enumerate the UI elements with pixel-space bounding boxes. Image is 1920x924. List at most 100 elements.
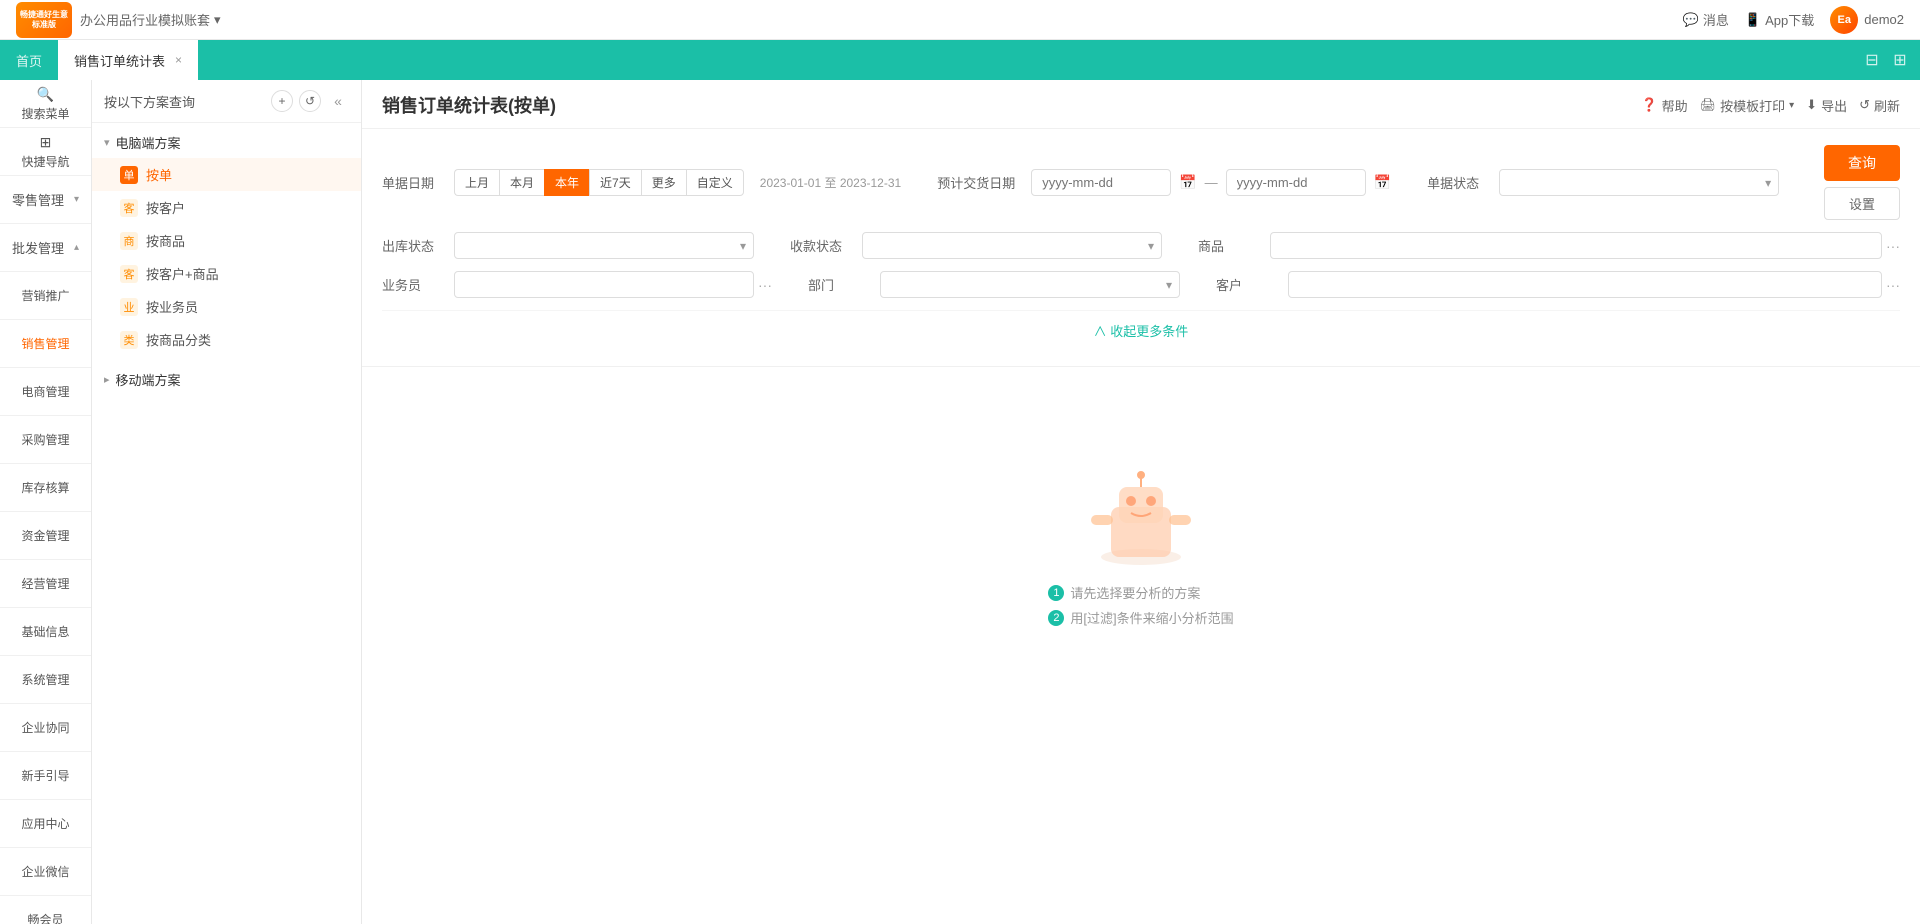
date-btn-7days[interactable]: 近7天 <box>589 169 641 196</box>
scheme-item-by-order-label: 按单 <box>146 165 172 184</box>
scheme-item-by-category[interactable]: 类 按商品分类 <box>92 323 361 356</box>
date-filter-label: 单据日期 <box>382 173 438 192</box>
tab-sales-order-stats[interactable]: 销售订单统计表 × <box>58 40 198 80</box>
content-area: 按以下方案查询 + ↺ « ▾ 电脑端方案 <box>92 80 1920 924</box>
date-btn-last-month[interactable]: 上月 <box>454 169 499 196</box>
sidebar-system-label: 系统管理 <box>21 671 69 688</box>
workspace-selector[interactable]: 办公用品行业模拟账套 ▾ <box>80 10 221 29</box>
refresh-btn[interactable]: ↺ 刷新 <box>1859 96 1900 115</box>
date-btn-this-year[interactable]: 本年 <box>544 169 589 196</box>
sidebar-item-finance[interactable]: 资金管理 <box>0 512 91 560</box>
scheme-item-by-product[interactable]: 商 按商品 <box>92 224 361 257</box>
export-btn[interactable]: ⬇ 导出 <box>1806 96 1847 115</box>
chevron-down-icon: ▾ <box>104 136 110 149</box>
help-btn[interactable]: ❓ 帮助 <box>1641 96 1687 115</box>
sidebar-item-newbie[interactable]: 新手引导 <box>0 752 91 800</box>
scheme-group-mobile-header[interactable]: ▸ 移动端方案 <box>92 364 361 395</box>
sidebar-item-apps[interactable]: 应用中心 <box>0 800 91 848</box>
calendar-icon-end[interactable]: 📅 <box>1374 174 1391 191</box>
user-profile-btn[interactable]: Ea demo2 <box>1830 6 1904 34</box>
goods-input[interactable] <box>1270 232 1882 259</box>
scheme-icon-product: 商 <box>120 232 138 250</box>
sidebar-item-wholesale[interactable]: 批发管理 ▴ <box>0 224 91 272</box>
sidebar-item-marketing[interactable]: 营销推广 <box>0 272 91 320</box>
sidebar-item-purchase[interactable]: 采购管理 <box>0 416 91 464</box>
salesman-control: ··· <box>454 271 772 298</box>
messages-label: 消息 <box>1703 10 1729 29</box>
add-scheme-btn[interactable]: + <box>271 90 293 112</box>
sidebar-item-wechat[interactable]: 企业微信 <box>0 848 91 896</box>
refresh-scheme-btn[interactable]: ↺ <box>299 90 321 112</box>
calendar-icon-start[interactable]: 📅 <box>1179 174 1196 191</box>
app-download-btn[interactable]: 📱 App下载 <box>1745 10 1814 29</box>
print-btn[interactable]: 🖨 按模板打印 ▾ <box>1700 96 1795 115</box>
scheme-group-pc: ▾ 电脑端方案 单 按单 客 按客户 商 按商品 客 按客户+商品 <box>92 123 361 360</box>
print-arrow-icon: ▾ <box>1789 100 1794 111</box>
scheme-item-by-salesman[interactable]: 业 按业务员 <box>92 290 361 323</box>
scheme-item-by-customer[interactable]: 客 按客户 <box>92 191 361 224</box>
collapse-panel-btn[interactable]: « <box>327 90 349 112</box>
goods-dots-btn[interactable]: ··· <box>1886 238 1900 254</box>
customer-dots-btn[interactable]: ··· <box>1886 277 1900 293</box>
messages-btn[interactable]: 💬 消息 <box>1683 10 1729 29</box>
pay-status-select[interactable] <box>862 232 1162 259</box>
tab-maximize-btn[interactable]: ⊞ <box>1888 48 1912 72</box>
filter-row-2: 出库状态 收款状态 商品 <box>382 232 1900 259</box>
refresh-icon: ↺ <box>1859 97 1870 113</box>
chevron-down-icon: ▾ <box>74 194 79 205</box>
collapse-label: 收起更多条件 <box>1110 324 1188 339</box>
empty-state: 1 请先选择要分析的方案 2 用[过滤]条件来缩小分析范围 <box>362 367 1920 713</box>
sidebar-item-sales[interactable]: 销售管理 <box>0 320 91 368</box>
sidebar-members-label: 畅会员 <box>27 911 63 924</box>
date-btn-this-month[interactable]: 本月 <box>499 169 544 196</box>
expected-date-end-input[interactable] <box>1226 169 1366 196</box>
sidebar-item-inventory[interactable]: 库存核算 <box>0 464 91 512</box>
sidebar: 🔍 搜索菜单 ⊞ 快捷导航 零售管理 ▾ 批发管理 ▴ 营销推广 销售管理 电商… <box>0 80 92 924</box>
dept-select-wrapper <box>880 271 1180 298</box>
expected-date-start-input[interactable] <box>1031 169 1171 196</box>
out-status-select[interactable] <box>454 232 754 259</box>
sidebar-sales-label: 销售管理 <box>21 335 69 352</box>
salesman-dots-btn[interactable]: ··· <box>758 277 772 293</box>
salesman-input[interactable] <box>454 271 754 298</box>
empty-tips: 1 请先选择要分析的方案 2 用[过滤]条件来缩小分析范围 <box>1048 583 1233 633</box>
filter-row-3: 业务员 ··· 部门 客户 <box>382 271 1900 298</box>
date-btn-more[interactable]: 更多 <box>641 169 686 196</box>
sidebar-item-ecommerce[interactable]: 电商管理 <box>0 368 91 416</box>
status-label: 单据状态 <box>1427 173 1483 192</box>
customer-input[interactable] <box>1288 271 1882 298</box>
sidebar-item-search[interactable]: 🔍 搜索菜单 <box>0 80 91 128</box>
sidebar-purchase-label: 采购管理 <box>21 431 69 448</box>
tab-minimize-btn[interactable]: ⊟ <box>1860 48 1884 72</box>
tab-home[interactable]: 首页 <box>0 40 58 80</box>
settings-button[interactable]: 设置 <box>1824 187 1900 220</box>
sidebar-inventory-label: 库存核算 <box>21 479 69 496</box>
collapse-conditions-btn[interactable]: ∧ 收起更多条件 <box>382 310 1900 350</box>
date-btn-custom[interactable]: 自定义 <box>686 169 744 196</box>
query-button[interactable]: 查询 <box>1824 145 1900 181</box>
scheme-item-by-cust-prod[interactable]: 客 按客户+商品 <box>92 257 361 290</box>
sidebar-marketing-label: 营销推广 <box>21 287 69 304</box>
chevron-down-icon: ▾ <box>214 12 221 28</box>
dept-select[interactable] <box>880 271 1180 298</box>
scheme-item-by-salesman-label: 按业务员 <box>146 297 198 316</box>
scheme-item-by-order[interactable]: 单 按单 <box>92 158 361 191</box>
sidebar-item-system[interactable]: 系统管理 <box>0 656 91 704</box>
sidebar-item-retail[interactable]: 零售管理 ▾ <box>0 176 91 224</box>
chevron-right-icon: ▸ <box>104 373 110 386</box>
sidebar-item-operations[interactable]: 经营管理 <box>0 560 91 608</box>
sidebar-item-basic[interactable]: 基础信息 <box>0 608 91 656</box>
sidebar-item-members[interactable]: 畅会员 <box>0 896 91 924</box>
app-logo: 畅捷通好生意 标准版 <box>16 2 72 38</box>
page-title-bar: 销售订单统计表(按单) ❓ 帮助 🖨 按模板打印 ▾ ⬇ <box>362 80 1920 129</box>
sidebar-item-quick-nav[interactable]: ⊞ 快捷导航 <box>0 128 91 176</box>
tab-close-btn[interactable]: × <box>175 53 182 67</box>
tab-active-label: 销售订单统计表 <box>74 51 165 70</box>
goods-label: 商品 <box>1198 236 1254 255</box>
empty-tip-2: 2 用[过滤]条件来缩小分析范围 <box>1048 608 1233 627</box>
status-select[interactable] <box>1499 169 1779 196</box>
sidebar-item-enterprise[interactable]: 企业协同 <box>0 704 91 752</box>
scheme-group-pc-header[interactable]: ▾ 电脑端方案 <box>92 127 361 158</box>
status-select-wrapper: ▾ <box>1499 169 1779 196</box>
main-layout: 🔍 搜索菜单 ⊞ 快捷导航 零售管理 ▾ 批发管理 ▴ 营销推广 销售管理 电商… <box>0 80 1920 924</box>
